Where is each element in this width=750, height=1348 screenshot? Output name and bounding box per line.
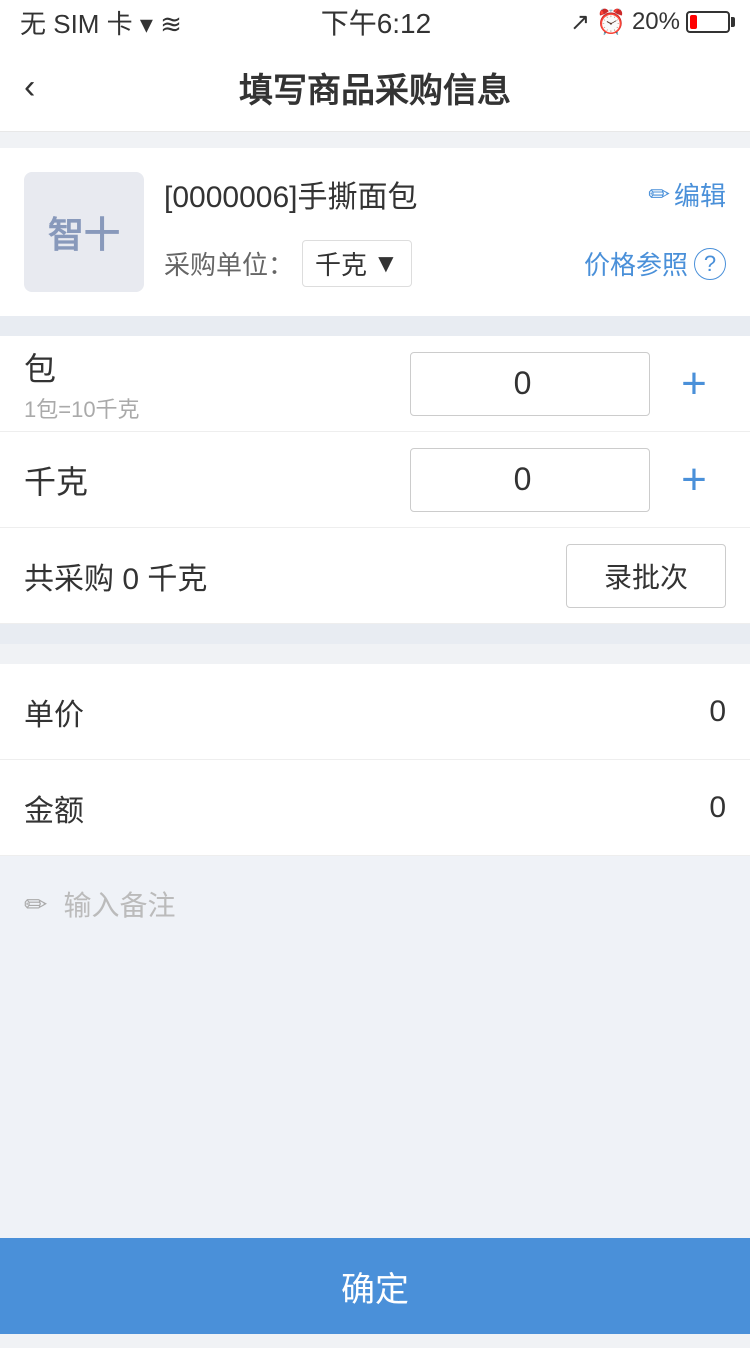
product-card: 智十 [0000006]手撕面包 ✏ 编辑 采购单位： 千克 ▼ [0,148,750,316]
kg-input[interactable] [410,448,650,512]
product-image: 智十 [24,172,144,292]
amount-value: 0 [709,791,726,825]
unit-row: 采购单位： 千克 ▼ 价格参照 ? [164,240,726,287]
status-time: 下午6:12 [321,2,432,42]
product-name-row: [0000006]手撕面包 ✏ 编辑 [164,172,726,216]
remark-section[interactable]: ✏ 输入备注 [0,856,750,952]
divider-2 [0,624,750,644]
bag-field-wrap: + [140,352,726,416]
battery-icon [686,11,730,33]
unit-select[interactable]: 千克 ▼ [302,240,412,287]
amount-label: 金额 [24,786,84,830]
price-ref-icon: ? [694,248,726,280]
kg-field-wrap: + [104,448,726,512]
remark-placeholder: 输入备注 [63,884,175,924]
kg-plus-button[interactable]: + [662,448,726,512]
product-logo: 智十 [48,206,120,258]
price-ref-label: 价格参照 [584,245,688,282]
price-ref-button[interactable]: 价格参照 ? [584,245,726,282]
status-bar: 无 SIM 卡 ▾ ≋ 下午6:12 ↗ ⏰ 20% [0,0,750,44]
empty-area [0,952,750,1252]
total-row: 共采购 0 千克 录批次 [0,528,750,624]
price-row: 单价 0 [0,664,750,760]
confirm-button[interactable]: 确定 [0,1238,750,1334]
unit-label-text: 采购单位： [164,245,294,282]
nav-bar: ‹ 填写商品采购信息 [0,44,750,132]
product-name: [0000006]手撕面包 [164,172,417,216]
alarm-icon: ⏰ [596,8,626,37]
sim-status: 无 SIM 卡 ▾ ≋ [20,4,182,41]
bag-plus-button[interactable]: + [662,352,726,416]
input-section: 包 1包=10千克 + 千克 + [0,336,750,528]
unit-value: 千克 [315,245,367,282]
kg-label-group: 千克 [24,457,104,503]
remark-icon: ✏ [24,888,47,921]
edit-label: 编辑 [674,176,726,213]
status-left: 无 SIM 卡 ▾ ≋ [20,4,182,41]
main-content: 智十 [0000006]手撕面包 ✏ 编辑 采购单位： 千克 ▼ [0,148,750,1348]
page-title: 填写商品采购信息 [239,63,511,112]
status-right: ↗ ⏰ 20% [570,8,730,37]
battery-percent: 20% [632,8,680,36]
bag-sublabel: 1包=10千克 [24,392,140,424]
price-value: 0 [709,695,726,729]
edit-icon: ✏ [648,179,670,210]
unit-dropdown-arrow: ▼ [373,248,399,279]
divider-1 [0,316,750,336]
location-icon: ↗ [570,8,590,37]
edit-button[interactable]: ✏ 编辑 [648,176,726,213]
kg-input-row: 千克 + [0,432,750,528]
bag-label-group: 包 1包=10千克 [24,344,140,424]
record-batch-button[interactable]: 录批次 [566,544,726,608]
bag-label: 包 [24,344,140,390]
bag-input-row: 包 1包=10千克 + [0,336,750,432]
total-text: 共采购 0 千克 [24,554,207,598]
product-info: [0000006]手撕面包 ✏ 编辑 采购单位： 千克 ▼ 价格参照 ? [164,172,726,287]
amount-row: 金额 0 [0,760,750,856]
bag-input[interactable] [410,352,650,416]
price-label: 单价 [24,690,84,734]
info-section: 单价 0 金额 0 [0,664,750,856]
back-button[interactable]: ‹ [24,68,35,107]
battery-fill [690,15,697,29]
kg-label: 千克 [24,457,104,503]
